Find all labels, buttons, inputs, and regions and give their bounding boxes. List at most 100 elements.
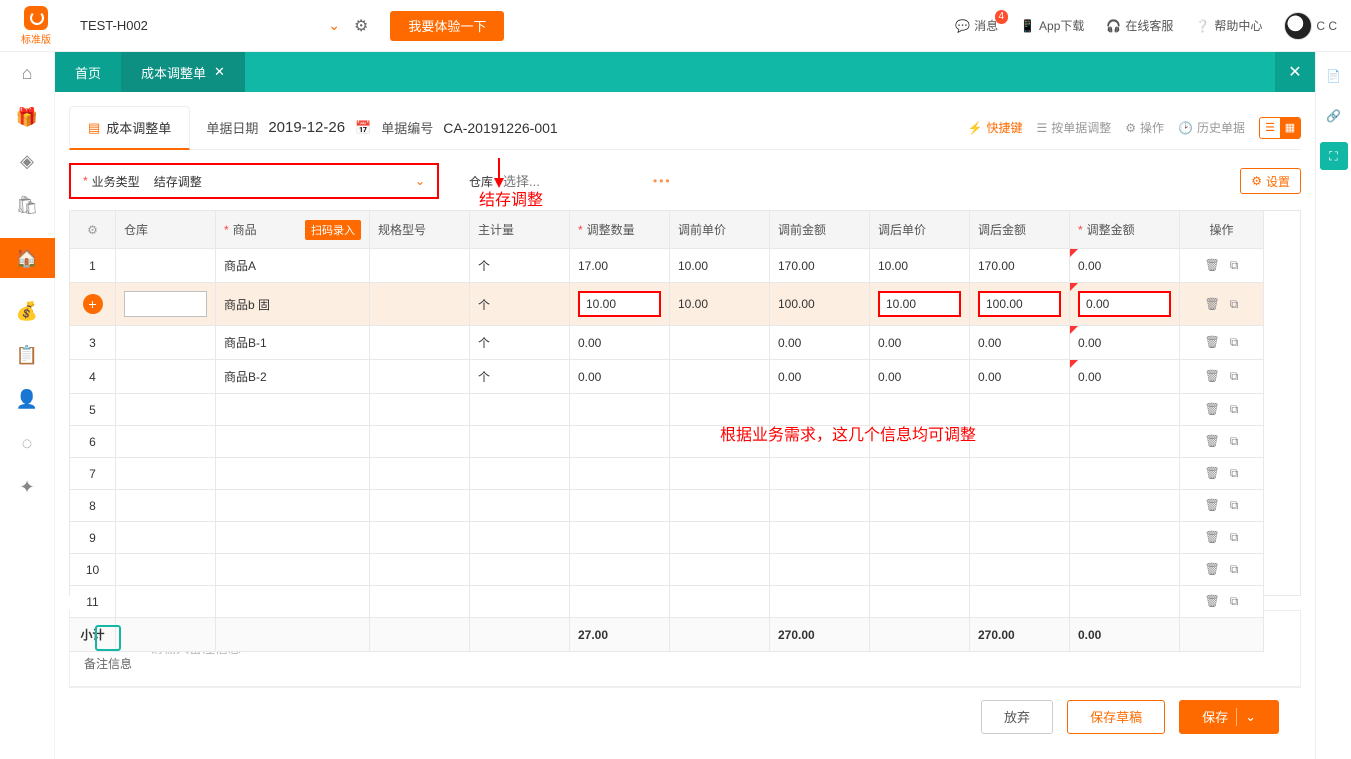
cell[interactable]: 个	[470, 283, 570, 326]
cell[interactable]: 0.00	[970, 360, 1070, 394]
shortcut-button[interactable]: ⚡快捷键	[968, 119, 1023, 136]
cell[interactable]	[770, 458, 870, 490]
cell[interactable]	[770, 490, 870, 522]
more-icon[interactable]: •••	[653, 174, 672, 188]
copy-icon[interactable]: ⧉	[1230, 594, 1239, 609]
cell[interactable]	[670, 326, 770, 360]
cell[interactable]: 10.00	[870, 283, 970, 326]
cell[interactable]	[1070, 426, 1180, 458]
cell[interactable]: 0.00	[870, 326, 970, 360]
view-grid-button[interactable]: ▦	[1280, 118, 1300, 138]
history-button[interactable]: 🕑历史单据	[1178, 119, 1245, 136]
delete-icon[interactable]: 🗑	[1205, 335, 1220, 350]
cell[interactable]	[970, 490, 1070, 522]
cell[interactable]	[116, 522, 216, 554]
cell[interactable]: 100.00	[970, 283, 1070, 326]
close-all-tabs[interactable]: ✕	[1275, 52, 1315, 92]
cell[interactable]	[970, 394, 1070, 426]
cell[interactable]	[370, 490, 470, 522]
cell[interactable]	[370, 249, 470, 283]
cell[interactable]	[870, 426, 970, 458]
delete-icon[interactable]: 🗑	[1205, 562, 1220, 577]
try-now-button[interactable]: 我要体验一下	[390, 11, 504, 41]
cell[interactable]	[670, 458, 770, 490]
cell[interactable]	[770, 554, 870, 586]
app-download-link[interactable]: 📱App下载	[1020, 17, 1084, 34]
cell[interactable]	[570, 426, 670, 458]
cell[interactable]	[216, 458, 370, 490]
cell[interactable]	[370, 522, 470, 554]
cell[interactable]	[870, 490, 970, 522]
cell[interactable]	[116, 394, 216, 426]
cell[interactable]	[470, 522, 570, 554]
cell[interactable]	[870, 586, 970, 618]
save-draft-button[interactable]: 保存草稿	[1067, 700, 1165, 734]
nav-clipboard-icon[interactable]: 📋	[16, 344, 38, 366]
cell[interactable]	[216, 586, 370, 618]
cell[interactable]	[116, 586, 216, 618]
cell[interactable]	[970, 426, 1070, 458]
cell[interactable]	[970, 554, 1070, 586]
cell[interactable]	[570, 458, 670, 490]
cell[interactable]	[770, 426, 870, 458]
cell[interactable]	[570, 522, 670, 554]
date-value[interactable]: 2019-12-26	[268, 119, 345, 136]
business-type-select[interactable]: * 业务类型 结存调整 ⌄	[69, 163, 439, 199]
copy-icon[interactable]: ⧉	[1230, 297, 1239, 312]
delete-icon[interactable]: 🗑	[1205, 594, 1220, 609]
cell[interactable]	[370, 586, 470, 618]
warehouse-select[interactable]: 仓库	[469, 173, 623, 190]
cell[interactable]: 17.00	[570, 249, 670, 283]
cell[interactable]	[116, 326, 216, 360]
cell[interactable]	[470, 554, 570, 586]
delete-icon[interactable]: 🗑	[1205, 258, 1220, 273]
messages-link[interactable]: 💬 消息 4	[955, 17, 998, 34]
cell[interactable]	[370, 554, 470, 586]
copy-icon[interactable]: ⧉	[1230, 258, 1239, 273]
view-list-button[interactable]: ☰	[1260, 118, 1280, 138]
gear-icon[interactable]: ⚙	[354, 16, 368, 36]
nav-bag-icon[interactable]: 🛍	[16, 194, 38, 216]
cell[interactable]	[370, 283, 470, 326]
nav-new-icon[interactable]: ✦	[16, 476, 38, 498]
cell[interactable]	[470, 426, 570, 458]
cell[interactable]: 100.00	[770, 283, 870, 326]
delete-icon[interactable]: 🗑	[1205, 530, 1220, 545]
rail-expand-icon[interactable]: ⛶	[1320, 142, 1348, 170]
calendar-icon[interactable]: 📅	[355, 120, 371, 136]
nav-loading-icon[interactable]: ◌	[16, 432, 38, 454]
cell[interactable]: 0.00	[570, 360, 670, 394]
org-selector[interactable]: TEST-H002 ⌄	[80, 11, 340, 41]
close-icon[interactable]: ✕	[214, 64, 225, 80]
cell[interactable]	[770, 394, 870, 426]
cell[interactable]	[116, 554, 216, 586]
cell[interactable]	[770, 522, 870, 554]
cell[interactable]: 170.00	[770, 249, 870, 283]
by-order-button[interactable]: ☰按单据调整	[1036, 119, 1111, 136]
add-row-icon[interactable]: +	[83, 294, 103, 314]
customer-service-link[interactable]: 🎧在线客服	[1106, 17, 1173, 34]
cell[interactable]: 个	[470, 360, 570, 394]
copy-icon[interactable]: ⧉	[1230, 498, 1239, 513]
cell[interactable]	[670, 426, 770, 458]
cell[interactable]: 商品B-1	[216, 326, 370, 360]
copy-icon[interactable]: ⧉	[1230, 434, 1239, 449]
cell[interactable]: 0.00	[770, 360, 870, 394]
cell[interactable]	[870, 554, 970, 586]
cell[interactable]	[216, 554, 370, 586]
cell[interactable]	[370, 458, 470, 490]
cell[interactable]	[570, 490, 670, 522]
cell[interactable]	[1070, 394, 1180, 426]
cell[interactable]	[670, 360, 770, 394]
cell[interactable]: 10.00	[670, 283, 770, 326]
user-menu[interactable]: C C	[1284, 12, 1337, 40]
cell[interactable]	[370, 360, 470, 394]
cell[interactable]: 10.00	[570, 283, 670, 326]
cell[interactable]: 0.00	[570, 326, 670, 360]
cell[interactable]	[370, 326, 470, 360]
warehouse-input[interactable]	[503, 174, 623, 189]
cell[interactable]: 个	[470, 326, 570, 360]
settings-button[interactable]: ⚙ 设置	[1240, 168, 1301, 194]
help-center-link[interactable]: ❔帮助中心	[1195, 17, 1262, 34]
delete-icon[interactable]: 🗑	[1205, 297, 1220, 312]
